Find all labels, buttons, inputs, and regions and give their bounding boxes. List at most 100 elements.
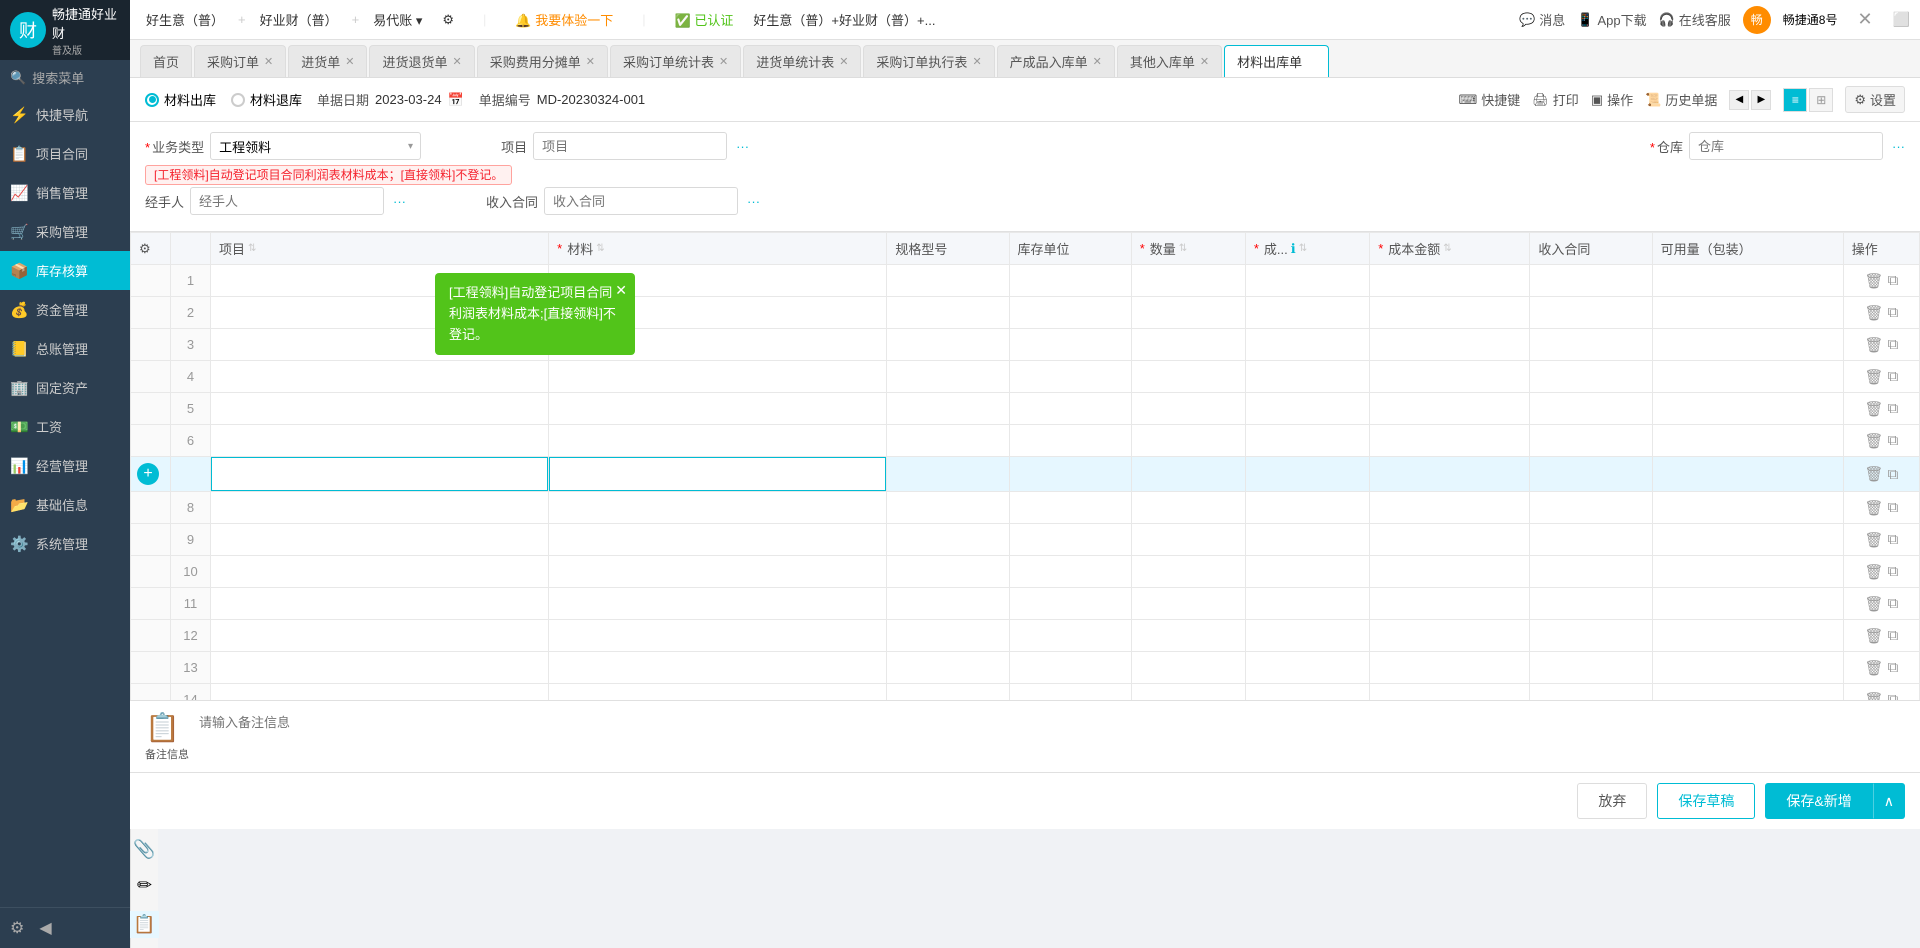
delete-row-btn[interactable]: 🗑 xyxy=(1865,595,1884,613)
th-settings[interactable]: ⚙ xyxy=(131,233,171,265)
copy-row-btn[interactable]: ⧉ xyxy=(1888,368,1899,385)
active-cell-item[interactable] xyxy=(211,457,549,492)
cell-unit[interactable] xyxy=(1009,265,1131,297)
nav-chain[interactable]: 好生意（普）+好业财（普）+... xyxy=(747,6,941,33)
tab-purchase-order[interactable]: 采购订单 ✕ xyxy=(194,45,286,77)
nav-good-finance[interactable]: 好业财（普） xyxy=(254,6,344,33)
delete-row-btn[interactable]: 🗑 xyxy=(1865,368,1884,386)
copy-row-btn[interactable]: ⧉ xyxy=(1888,595,1899,612)
tab-close-icon[interactable]: ✕ xyxy=(586,55,595,68)
project-input[interactable] xyxy=(533,132,727,160)
sidebar-item-system[interactable]: ⚙️ 系统管理 xyxy=(0,524,130,563)
tab-purchase-expense[interactable]: 采购费用分摊单 ✕ xyxy=(477,45,608,77)
delete-row-btn[interactable]: 🗑 xyxy=(1865,627,1884,645)
copy-row-btn[interactable]: ⧉ xyxy=(1888,304,1899,321)
copy-active-row-btn[interactable]: ⧉ xyxy=(1888,466,1899,483)
active-cell-material[interactable] xyxy=(549,457,887,492)
project-dots-icon[interactable]: ··· xyxy=(736,139,749,154)
th-cost-sort-icon[interactable]: ⇅ xyxy=(1299,243,1307,254)
th-item-sort-icon[interactable]: ⇅ xyxy=(248,243,256,254)
handler-input[interactable] xyxy=(190,187,384,215)
table-container[interactable]: ⚙ 项目 ⇅ * 材料 xyxy=(130,232,1920,700)
active-input-item[interactable] xyxy=(211,457,548,491)
tab-purchase-invoice[interactable]: 进货单 ✕ xyxy=(288,45,367,77)
user-name[interactable]: 畅捷通8号 xyxy=(1783,11,1838,28)
th-amount-sort-icon[interactable]: ⇅ xyxy=(1443,243,1451,254)
cell-cost-price[interactable] xyxy=(1245,297,1369,329)
tab-purchase-exec[interactable]: 采购订单执行表 ✕ xyxy=(863,45,994,77)
copy-row-btn[interactable]: ⧉ xyxy=(1888,499,1899,516)
radio-return[interactable]: 材料退库 xyxy=(231,90,302,109)
cell-quantity[interactable] xyxy=(1131,265,1245,297)
tab-close-icon[interactable]: ✕ xyxy=(1200,55,1209,68)
nav-experience[interactable]: 🔔 我要体验一下 xyxy=(509,6,619,33)
income-contract-dots-icon[interactable]: ··· xyxy=(747,194,760,209)
th-qty-sort-icon[interactable]: ⇅ xyxy=(1179,243,1187,254)
nav-settings-icon[interactable]: ⚙ xyxy=(436,8,460,32)
delete-row-btn[interactable]: 🗑 xyxy=(1865,499,1884,517)
search-menu[interactable]: 🔍 搜索菜单 xyxy=(0,60,130,95)
warehouse-dots-icon[interactable]: ··· xyxy=(1892,139,1905,154)
operate-btn[interactable]: ▣ 操作 xyxy=(1591,90,1633,109)
copy-row-btn[interactable]: ⧉ xyxy=(1888,400,1899,417)
cell-income-contract[interactable] xyxy=(1530,297,1652,329)
delete-row-btn[interactable]: 🗑 xyxy=(1865,563,1884,581)
cell-unit[interactable] xyxy=(1009,297,1131,329)
tab-close-icon[interactable]: ✕ xyxy=(972,55,981,68)
view-list-btn[interactable]: ≡ xyxy=(1783,88,1807,112)
warehouse-input[interactable] xyxy=(1689,132,1883,160)
copy-row-btn[interactable]: ⧉ xyxy=(1888,691,1899,700)
nav-good-biz[interactable]: 好生意（普） xyxy=(140,6,230,33)
sidebar-item-salary[interactable]: 💵 工资 xyxy=(0,407,130,446)
sidebar-item-inventory[interactable]: 📦 库存核算 xyxy=(0,251,130,290)
table-settings-btn[interactable]: ⚙ 设置 xyxy=(1845,86,1905,113)
save-new-button[interactable]: 保存&新增 xyxy=(1765,783,1872,819)
delete-row-btn[interactable]: 🗑 xyxy=(1865,272,1884,290)
tab-product-in[interactable]: 产成品入库单 ✕ xyxy=(997,45,1115,77)
th-cost-info-icon[interactable]: ℹ xyxy=(1291,241,1296,257)
tab-material-out[interactable]: 材料出库单 ✕ xyxy=(1224,45,1329,78)
sidebar-item-purchase[interactable]: 🛒 采购管理 xyxy=(0,212,130,251)
quick-key-btn[interactable]: ⌨ 快捷键 xyxy=(1459,90,1521,109)
tab-close-icon[interactable]: ✕ xyxy=(264,55,273,68)
active-input-material[interactable] xyxy=(549,457,886,491)
delete-row-btn[interactable]: 🗑 xyxy=(1865,304,1884,322)
delete-row-btn[interactable]: 🗑 xyxy=(1865,336,1884,354)
tab-home[interactable]: 首页 xyxy=(140,45,192,77)
cell-cost-amount[interactable] xyxy=(1370,297,1530,329)
message-btn[interactable]: 💬 消息 xyxy=(1519,10,1565,29)
sidebar-item-fixed-assets[interactable]: 🏢 固定资产 xyxy=(0,368,130,407)
delete-row-btn[interactable]: 🗑 xyxy=(1865,400,1884,418)
right-panel-icon-3[interactable]: 📋 xyxy=(130,911,158,938)
sidebar-item-basic[interactable]: 📂 基础信息 xyxy=(0,485,130,524)
print-btn[interactable]: 🖨 打印 xyxy=(1532,90,1579,109)
discard-button[interactable]: 放弃 xyxy=(1577,783,1647,819)
tab-invoice-stats[interactable]: 进货单统计表 ✕ xyxy=(743,45,861,77)
sidebar-item-project[interactable]: 📋 项目合同 xyxy=(0,134,130,173)
save-new-arrow-btn[interactable]: ∧ xyxy=(1873,783,1905,819)
date-value[interactable]: 2023-03-24 xyxy=(375,92,442,107)
nav-easy-account[interactable]: 易代账 ▾ xyxy=(367,6,428,33)
collapse-icon[interactable]: ◀ xyxy=(39,918,51,938)
nav-prev-btn[interactable]: ◀ xyxy=(1729,90,1749,110)
cell-quantity[interactable] xyxy=(1131,297,1245,329)
tab-other-in[interactable]: 其他入库单 ✕ xyxy=(1117,45,1222,77)
radio-out[interactable]: 材料出库 xyxy=(145,90,216,109)
history-btn[interactable]: 📜 历史单据 xyxy=(1645,90,1717,109)
delete-row-btn[interactable]: 🗑 xyxy=(1865,531,1884,549)
nav-certified[interactable]: ✅ 已认证 xyxy=(669,6,740,33)
settings-icon[interactable]: ⚙ xyxy=(10,918,24,938)
calendar-icon[interactable]: 📅 xyxy=(448,92,464,108)
copy-row-btn[interactable]: ⧉ xyxy=(1888,659,1899,676)
online-service-btn[interactable]: 🎧 在线客服 xyxy=(1659,10,1731,29)
sidebar-item-ledger[interactable]: 📒 总账管理 xyxy=(0,329,130,368)
col-settings-icon[interactable]: ⚙ xyxy=(139,241,151,256)
copy-row-btn[interactable]: ⧉ xyxy=(1888,563,1899,580)
view-grid-btn[interactable]: ⊞ xyxy=(1809,88,1833,112)
cell-available[interactable] xyxy=(1652,265,1843,297)
tab-purchase-stats[interactable]: 采购订单统计表 ✕ xyxy=(610,45,741,77)
sidebar-item-fund[interactable]: 💰 资金管理 xyxy=(0,290,130,329)
sidebar-item-sales[interactable]: 📈 销售管理 xyxy=(0,173,130,212)
income-contract-input[interactable] xyxy=(544,187,738,215)
copy-row-btn[interactable]: ⧉ xyxy=(1888,272,1899,289)
